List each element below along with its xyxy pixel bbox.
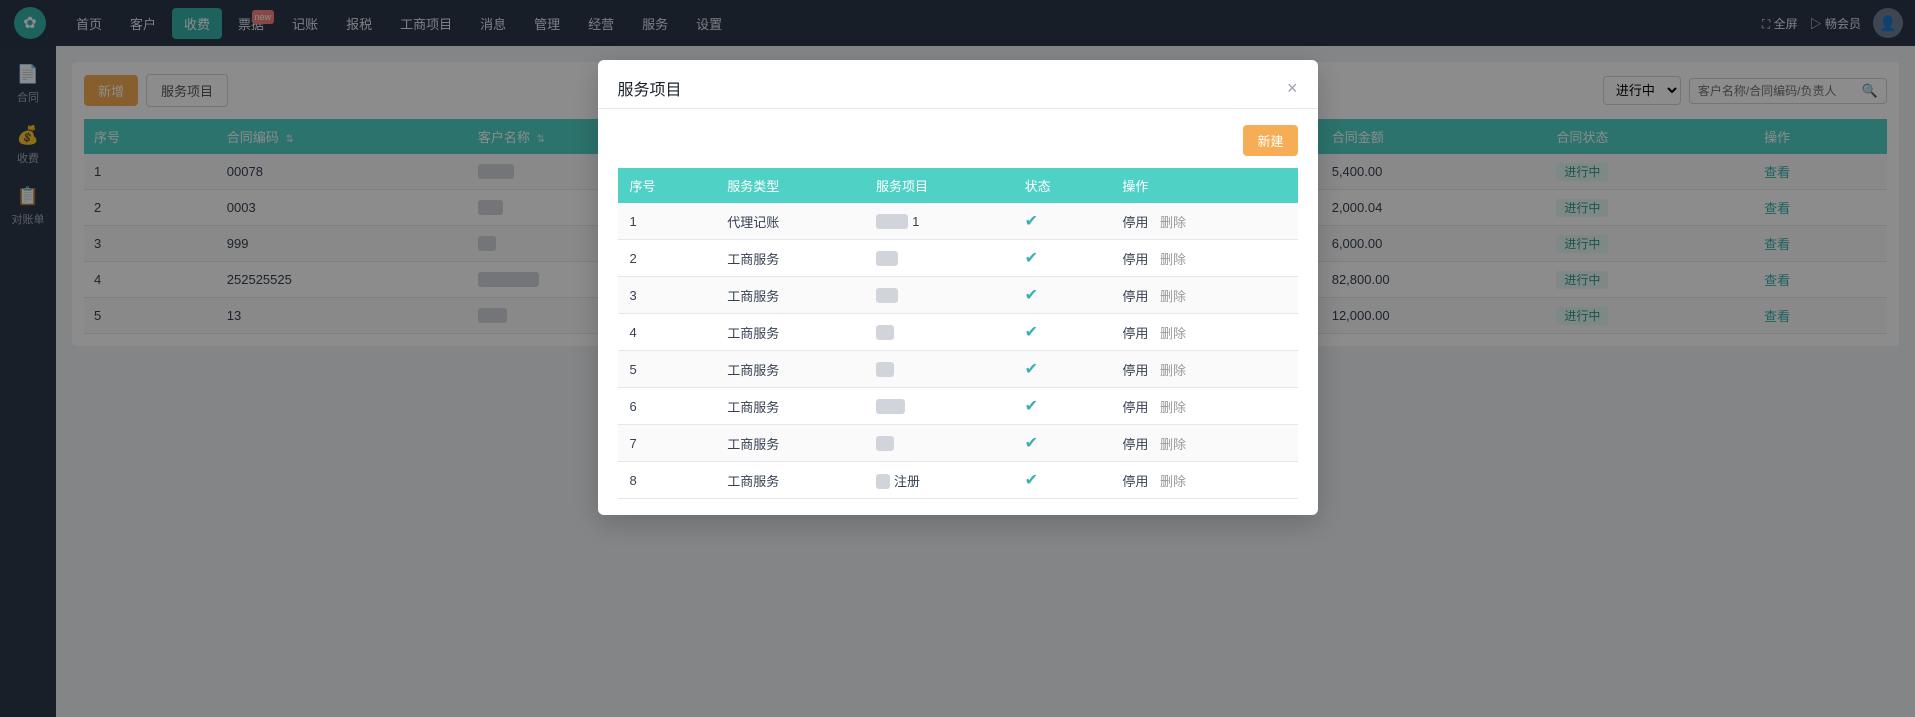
modal-cell-type: 代理记账 [715, 203, 864, 240]
disable-button[interactable]: 停用 [1122, 289, 1148, 304]
modal-cell-item [864, 425, 1013, 462]
modal-title: 服务项目 [618, 76, 682, 100]
status-check-icon: ✔ [1025, 361, 1038, 378]
modal-cell-type: 工商服务 [715, 314, 864, 351]
modal-cell-status: ✔ [1013, 203, 1111, 240]
disable-button[interactable]: 停用 [1122, 400, 1148, 415]
modal-cell-actions: 停用 删除 [1110, 314, 1297, 351]
modal-cell-type: 工商服务 [715, 351, 864, 388]
service-modal: 服务项目 × 新建 序号 服务类型 服务项目 状态 操作 [598, 60, 1318, 515]
blurred-item [876, 288, 898, 303]
status-check-icon: ✔ [1025, 213, 1038, 230]
modal-table-row: 6 工商服务 ✔ 停用 删除 [618, 388, 1298, 425]
modal-col-action: 操作 [1110, 168, 1297, 203]
modal-cell-type: 工商服务 [715, 425, 864, 462]
modal-cell-type: 工商服务 [715, 277, 864, 314]
disable-button[interactable]: 停用 [1122, 326, 1148, 341]
disable-button[interactable]: 停用 [1122, 215, 1148, 230]
blurred-item [876, 474, 890, 489]
delete-button[interactable]: 删除 [1160, 363, 1186, 378]
status-check-icon: ✔ [1025, 435, 1038, 452]
status-check-icon: ✔ [1025, 250, 1038, 267]
modal-cell-item: 注册 [864, 462, 1013, 499]
modal-cell-status: ✔ [1013, 462, 1111, 499]
modal-cell-status: ✔ [1013, 314, 1111, 351]
modal-toolbar: 新建 [618, 125, 1298, 156]
modal-col-seq: 序号 [618, 168, 716, 203]
delete-button[interactable]: 删除 [1160, 289, 1186, 304]
disable-button[interactable]: 停用 [1122, 437, 1148, 452]
blurred-item [876, 325, 894, 340]
modal-cell-actions: 停用 删除 [1110, 351, 1297, 388]
modal-cell-status: ✔ [1013, 277, 1111, 314]
delete-button[interactable]: 删除 [1160, 252, 1186, 267]
modal-cell-item [864, 351, 1013, 388]
modal-close-button[interactable]: × [1287, 79, 1298, 97]
modal-cell-status: ✔ [1013, 351, 1111, 388]
modal-table-row: 1 代理记账 1 ✔ 停用 删除 [618, 203, 1298, 240]
modal-cell-status: ✔ [1013, 425, 1111, 462]
modal-cell-item: 1 [864, 203, 1013, 240]
blurred-item [876, 362, 894, 377]
modal-table-row: 7 工商服务 ✔ 停用 删除 [618, 425, 1298, 462]
modal-new-button[interactable]: 新建 [1243, 125, 1297, 156]
modal-cell-seq: 7 [618, 425, 716, 462]
modal-header: 服务项目 × [598, 60, 1318, 109]
blurred-item [876, 214, 909, 229]
modal-cell-seq: 2 [618, 240, 716, 277]
modal-cell-type: 工商服务 [715, 462, 864, 499]
status-check-icon: ✔ [1025, 324, 1038, 341]
blurred-item [876, 399, 905, 414]
status-check-icon: ✔ [1025, 398, 1038, 415]
modal-cell-seq: 4 [618, 314, 716, 351]
modal-cell-type: 工商服务 [715, 240, 864, 277]
status-check-icon: ✔ [1025, 287, 1038, 304]
modal-cell-actions: 停用 删除 [1110, 388, 1297, 425]
modal-col-item: 服务项目 [864, 168, 1013, 203]
modal-overlay: 服务项目 × 新建 序号 服务类型 服务项目 状态 操作 [0, 0, 1915, 717]
modal-cell-item [864, 240, 1013, 277]
modal-cell-item [864, 388, 1013, 425]
modal-col-type: 服务类型 [715, 168, 864, 203]
modal-table-row: 5 工商服务 ✔ 停用 删除 [618, 351, 1298, 388]
modal-col-status: 状态 [1013, 168, 1111, 203]
status-check-icon: ✔ [1025, 472, 1038, 489]
modal-cell-actions: 停用 删除 [1110, 462, 1297, 499]
modal-cell-item [864, 314, 1013, 351]
disable-button[interactable]: 停用 [1122, 474, 1148, 489]
modal-cell-item [864, 277, 1013, 314]
delete-button[interactable]: 删除 [1160, 326, 1186, 341]
modal-cell-actions: 停用 删除 [1110, 277, 1297, 314]
delete-button[interactable]: 删除 [1160, 400, 1186, 415]
modal-cell-status: ✔ [1013, 388, 1111, 425]
modal-cell-seq: 6 [618, 388, 716, 425]
modal-cell-seq: 1 [618, 203, 716, 240]
modal-cell-actions: 停用 删除 [1110, 203, 1297, 240]
modal-cell-actions: 停用 删除 [1110, 240, 1297, 277]
blurred-item [876, 436, 894, 451]
modal-body: 新建 序号 服务类型 服务项目 状态 操作 [598, 109, 1318, 515]
service-table: 序号 服务类型 服务项目 状态 操作 1 代理记账 1 ✔ [618, 168, 1298, 499]
modal-table-row: 8 工商服务 注册 ✔ 停用 删除 [618, 462, 1298, 499]
modal-cell-seq: 8 [618, 462, 716, 499]
delete-button[interactable]: 删除 [1160, 215, 1186, 230]
delete-button[interactable]: 删除 [1160, 437, 1186, 452]
delete-button[interactable]: 删除 [1160, 474, 1186, 489]
modal-cell-seq: 5 [618, 351, 716, 388]
modal-cell-actions: 停用 删除 [1110, 425, 1297, 462]
modal-cell-status: ✔ [1013, 240, 1111, 277]
disable-button[interactable]: 停用 [1122, 363, 1148, 378]
modal-scroll-area[interactable]: 序号 服务类型 服务项目 状态 操作 1 代理记账 1 ✔ [618, 168, 1298, 499]
modal-table-row: 3 工商服务 ✔ 停用 删除 [618, 277, 1298, 314]
modal-cell-seq: 3 [618, 277, 716, 314]
blurred-item [876, 251, 898, 266]
modal-table-row: 4 工商服务 ✔ 停用 删除 [618, 314, 1298, 351]
modal-table-row: 2 工商服务 ✔ 停用 删除 [618, 240, 1298, 277]
disable-button[interactable]: 停用 [1122, 252, 1148, 267]
modal-cell-type: 工商服务 [715, 388, 864, 425]
